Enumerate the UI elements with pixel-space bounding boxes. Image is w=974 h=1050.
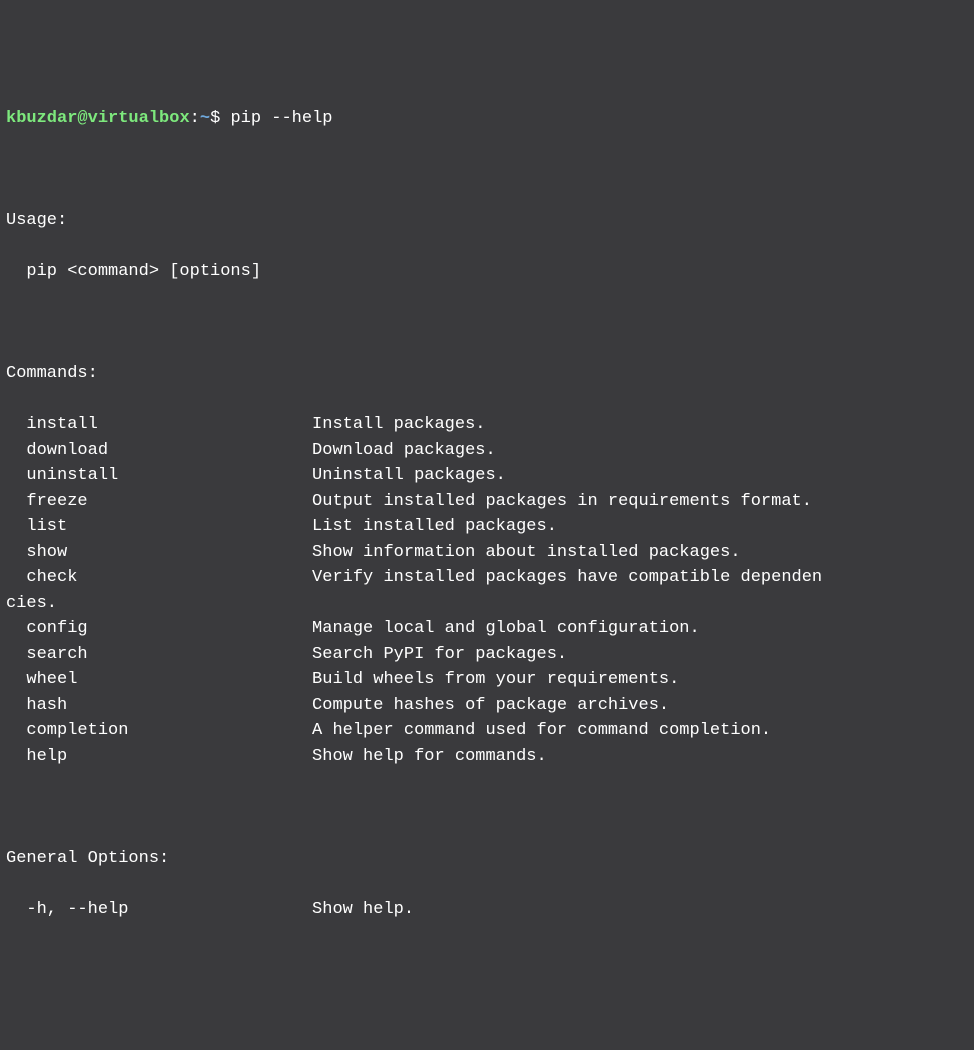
commands-block: install Install packages. download Downl… [6, 412, 968, 769]
command-row: help Show help for commands. [6, 744, 968, 770]
command-row: download Download packages. [6, 438, 968, 464]
blank-line [6, 310, 968, 336]
command-row: search Search PyPI for packages. [6, 642, 968, 668]
prompt-colon: : [190, 109, 200, 128]
usage-header: Usage: [6, 208, 968, 234]
prompt-at: @ [77, 109, 87, 128]
command-row: uninstall Uninstall packages. [6, 463, 968, 489]
command-row: completion A helper command used for com… [6, 718, 968, 744]
command-row: hash Compute hashes of package archives. [6, 693, 968, 719]
command-row: config Manage local and global configura… [6, 616, 968, 642]
command-row: cies. [6, 591, 968, 617]
commands-header: Commands: [6, 361, 968, 387]
prompt-host: virtualbox [88, 109, 190, 128]
general-option-row: -h, --help Show help. [6, 897, 968, 923]
prompt-symbol: $ [210, 109, 230, 128]
prompt-path: ~ [200, 109, 210, 128]
command-row: show Show information about installed pa… [6, 540, 968, 566]
command-row: freeze Output installed packages in requ… [6, 489, 968, 515]
general-options-block: -h, --help Show help. [6, 897, 968, 923]
usage-line: pip <command> [options] [6, 259, 968, 285]
general-options-header: General Options: [6, 846, 968, 872]
blank-line [6, 795, 968, 821]
prompt-user: kbuzdar [6, 109, 77, 128]
prompt-line[interactable]: kbuzdar@virtualbox:~$ pip --help [6, 106, 968, 132]
command-row: wheel Build wheels from your requirement… [6, 667, 968, 693]
command-row: check Verify installed packages have com… [6, 565, 968, 591]
command-row: install Install packages. [6, 412, 968, 438]
command-row: list List installed packages. [6, 514, 968, 540]
command-text: pip --help [230, 109, 332, 128]
blank-line [6, 157, 968, 183]
